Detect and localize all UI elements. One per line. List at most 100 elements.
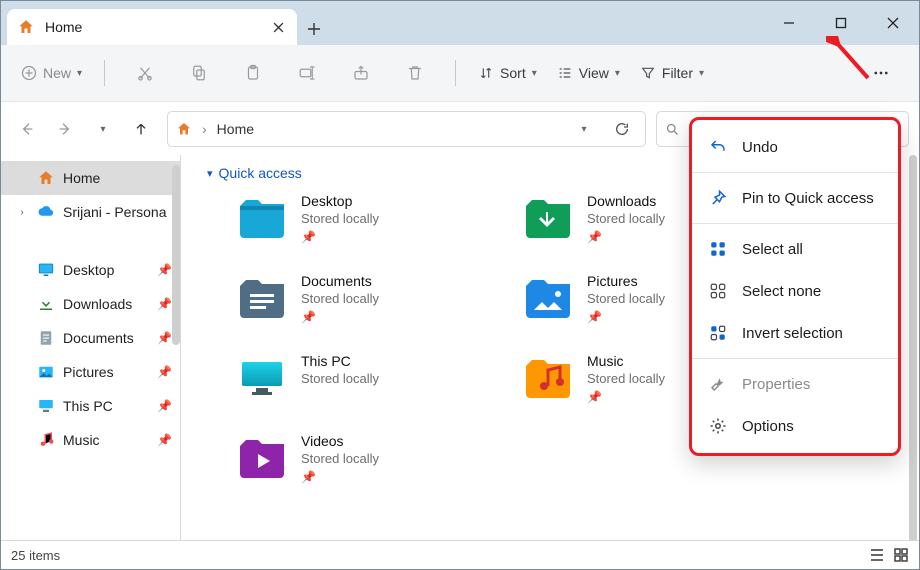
new-tab-button[interactable]: [297, 13, 331, 45]
pin-icon: 📌: [157, 297, 172, 311]
paste-icon: [244, 64, 262, 82]
menu-item-select-all[interactable]: Select all: [692, 228, 898, 270]
refresh-icon: [614, 121, 630, 137]
sidebar-scrollbar[interactable]: [172, 165, 180, 345]
cut-button[interactable]: [119, 55, 171, 91]
quick-access-item[interactable]: Desktop Stored locally 📌: [237, 191, 523, 271]
address-bar[interactable]: › Home ▾: [167, 111, 646, 147]
filter-icon: [640, 65, 656, 81]
menu-item-gear[interactable]: Options: [692, 405, 898, 447]
tab-title: Home: [45, 19, 82, 35]
filter-label: Filter: [662, 65, 693, 81]
sidebar-item-home[interactable]: Home: [1, 161, 180, 195]
sidebar-item-pictures[interactable]: Pictures📌: [1, 355, 180, 389]
sidebar-item-music[interactable]: Music📌: [1, 423, 180, 457]
sidebar-item-label: Downloads: [63, 296, 132, 312]
downloads-folder-icon: [523, 193, 573, 243]
sidebar-item-label: Home: [63, 170, 100, 186]
quick-access-item[interactable]: This PCStored locally: [237, 351, 523, 431]
forward-button[interactable]: [49, 113, 81, 145]
pin-icon: 📌: [587, 310, 665, 324]
sidebar-item-onedrive[interactable]: ›Srijani - Persona: [1, 195, 180, 229]
pin-icon: 📌: [301, 230, 379, 244]
menu-item-label: Select all: [742, 241, 803, 258]
search-icon: [665, 122, 680, 137]
new-icon: [21, 65, 37, 81]
sidebar-item-downloads[interactable]: Downloads 📌: [1, 287, 180, 321]
menu-item-pin[interactable]: Pin to Quick access: [692, 177, 898, 219]
copy-button[interactable]: [173, 55, 225, 91]
sidebar-item-label: Pictures: [63, 364, 114, 380]
menu-item-label: Properties: [742, 376, 810, 393]
pin-icon: 📌: [157, 399, 172, 413]
thumb-view-button[interactable]: [893, 547, 909, 563]
quick-access-item[interactable]: VideosStored locally📌: [237, 431, 523, 511]
main-scrollbar[interactable]: [909, 155, 917, 541]
sidebar-item-documents[interactable]: Documents📌: [1, 321, 180, 355]
item-name: Videos: [301, 433, 379, 449]
undo-icon: [708, 137, 728, 157]
menu-item-invert[interactable]: Invert selection: [692, 312, 898, 354]
maximize-button[interactable]: [815, 1, 867, 45]
chevron-right-icon: ›: [202, 121, 207, 137]
sidebar-item-thispc[interactable]: This PC📌: [1, 389, 180, 423]
new-label: New: [43, 65, 71, 81]
item-name: Desktop: [301, 193, 379, 209]
pin-icon: 📌: [157, 433, 172, 447]
filter-button[interactable]: Filter ▾: [632, 55, 712, 91]
view-button[interactable]: View ▾: [549, 55, 628, 91]
menu-separator: [692, 358, 898, 359]
share-icon: [352, 64, 370, 82]
cut-icon: [136, 64, 154, 82]
chevron-down-icon: ▾: [581, 124, 586, 135]
chevron-down-icon: ▾: [100, 124, 105, 135]
menu-item-label: Pin to Quick access: [742, 190, 874, 207]
view-icon: [557, 65, 573, 81]
breadcrumb-home[interactable]: Home: [217, 121, 254, 137]
sidebar-item-label: Desktop: [63, 262, 114, 278]
select-all-icon: [708, 239, 728, 259]
sort-label: Sort: [500, 65, 526, 81]
close-window-button[interactable]: [867, 1, 919, 45]
minimize-button[interactable]: [763, 1, 815, 45]
documents-folder-icon: [237, 273, 287, 323]
sort-button[interactable]: Sort ▾: [470, 55, 545, 91]
item-subtitle: Stored locally: [301, 211, 379, 226]
quick-access-item[interactable]: DocumentsStored locally📌: [237, 271, 523, 351]
desktop-icon: [37, 261, 55, 279]
item-subtitle: Stored locally: [587, 371, 665, 386]
window-controls: [763, 1, 919, 45]
sort-icon: [478, 65, 494, 81]
pin-icon: 📌: [587, 230, 665, 244]
item-name: Pictures: [587, 273, 665, 289]
share-button[interactable]: [335, 55, 387, 91]
select-none-icon: [708, 281, 728, 301]
details-view-button[interactable]: [869, 547, 885, 563]
menu-item-select-none[interactable]: Select none: [692, 270, 898, 312]
item-count: 25 items: [11, 548, 60, 563]
rename-button[interactable]: [281, 55, 333, 91]
refresh-button[interactable]: [607, 114, 637, 144]
grid-view-icon: [893, 547, 909, 563]
history-dropdown-button[interactable]: ▾: [569, 114, 599, 144]
recent-button[interactable]: ▾: [87, 113, 119, 145]
menu-item-undo[interactable]: Undo: [692, 126, 898, 168]
new-button[interactable]: New ▾: [13, 55, 90, 91]
back-button[interactable]: [11, 113, 43, 145]
music-folder-icon: [523, 353, 573, 403]
paste-button[interactable]: [227, 55, 279, 91]
sidebar-item-desktop[interactable]: Desktop📌: [1, 253, 180, 287]
arrow-left-icon: [19, 121, 35, 137]
maximize-icon: [835, 17, 847, 29]
tab-home[interactable]: Home: [7, 9, 297, 45]
item-subtitle: Stored locally: [301, 291, 379, 306]
chevron-down-icon: ▾: [207, 167, 213, 180]
menu-item-label: Options: [742, 418, 794, 435]
menu-separator: [692, 172, 898, 173]
more-button[interactable]: [855, 55, 907, 91]
delete-button[interactable]: [389, 55, 441, 91]
documents-icon: [37, 329, 55, 347]
up-button[interactable]: [125, 113, 157, 145]
tab-close-button[interactable]: [269, 18, 287, 36]
plus-icon: [307, 22, 321, 36]
